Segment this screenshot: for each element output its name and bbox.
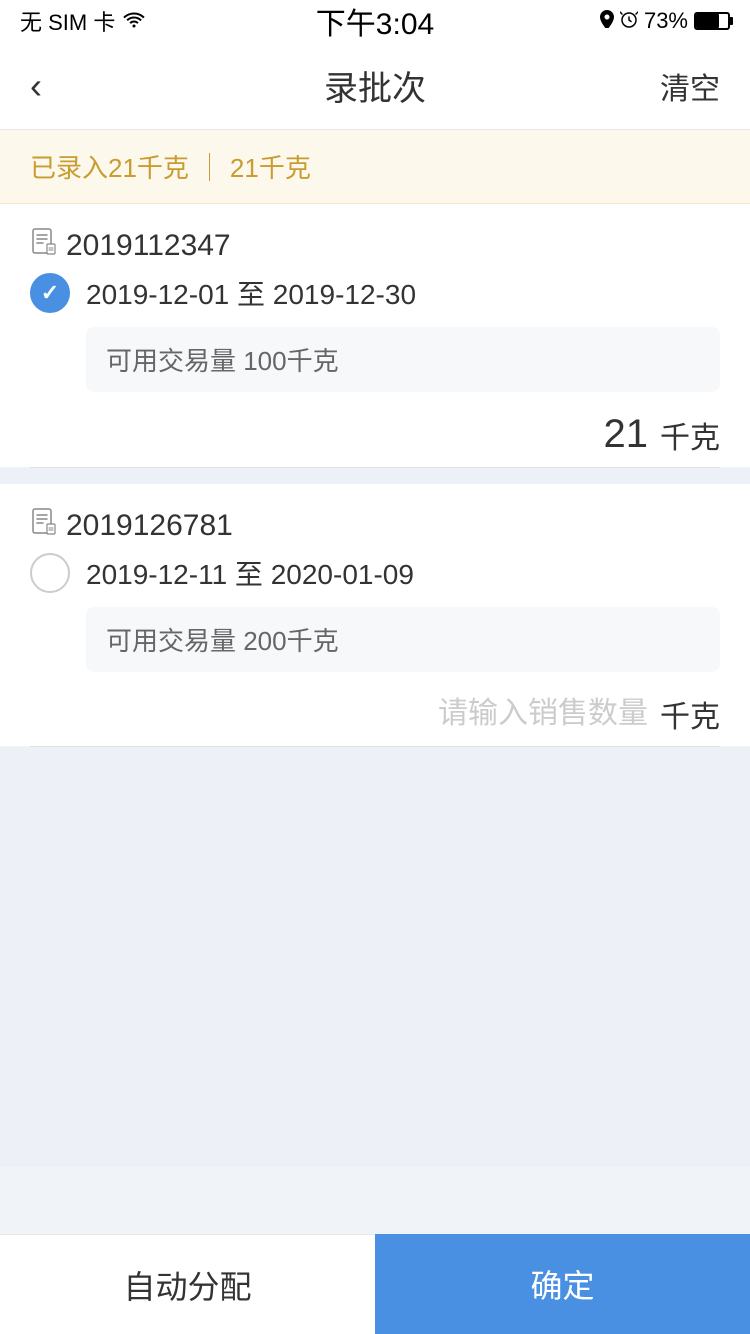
status-bar: 无 SIM 卡 下午3:04 73% <box>0 0 750 42</box>
battery-icon <box>694 12 730 30</box>
status-right: 73% <box>600 8 730 34</box>
batch-id-1: 2019112347 <box>66 229 231 263</box>
status-time: 下午3:04 <box>316 0 434 43</box>
info-banner: 已录入21千克 21千克 <box>0 130 750 204</box>
batch-date-1: 2019-12-01 至 2019-12-30 <box>86 273 416 313</box>
wifi-icon <box>123 8 145 34</box>
batch-qty-box-1: 可用交易量 100千克 <box>86 327 720 392</box>
info-divider <box>209 153 210 181</box>
amount-row-1: 21 千克 <box>0 392 750 467</box>
batch-radio-2[interactable] <box>30 553 70 593</box>
batch-item-2: 2019126781 2019-12-11 至 2020-01-09 可用交易量… <box>0 484 750 672</box>
batch-radio-1[interactable]: ✓ <box>30 273 70 313</box>
input-row-2: 千克 <box>0 672 750 746</box>
clear-button[interactable]: 清空 <box>660 64 720 108</box>
batch-id-row-2: 2019126781 <box>30 508 720 543</box>
amount-value-1: 21 <box>604 412 649 457</box>
input-unit-2: 千克 <box>660 692 720 736</box>
page-title: 录批次 <box>324 61 426 110</box>
no-sim-label: 无 SIM 卡 <box>20 5 115 37</box>
auto-distribute-button[interactable]: 自动分配 <box>0 1234 375 1334</box>
batch-id-row-1: 2019112347 <box>30 228 720 263</box>
batch-date-row-1[interactable]: ✓ 2019-12-01 至 2019-12-30 <box>30 273 720 313</box>
bottom-bar: 自动分配 确定 <box>0 1234 750 1334</box>
confirm-button[interactable]: 确定 <box>375 1234 750 1334</box>
battery-percent: 73% <box>644 8 688 34</box>
amount-unit-1: 千克 <box>660 413 720 457</box>
nav-bar: ‹ 录批次 清空 <box>0 42 750 130</box>
batch-item-1: 2019112347 ✓ 2019-12-01 至 2019-12-30 可用交… <box>0 204 750 392</box>
qty-input-2[interactable] <box>348 697 648 731</box>
alarm-icon <box>620 8 638 34</box>
back-button[interactable]: ‹ <box>30 65 90 107</box>
location-icon <box>600 8 614 34</box>
batch-doc-icon-2 <box>30 508 58 543</box>
batch-date-row-2[interactable]: 2019-12-11 至 2020-01-09 <box>30 553 720 593</box>
check-mark-1: ✓ <box>41 280 59 306</box>
batch-qty-box-2: 可用交易量 200千克 <box>86 607 720 672</box>
batch-id-2: 2019126781 <box>66 509 233 543</box>
batch-doc-icon-1 <box>30 228 58 263</box>
info-value: 21千克 <box>230 148 311 185</box>
batch-date-2: 2019-12-11 至 2020-01-09 <box>86 553 414 593</box>
status-left: 无 SIM 卡 <box>20 5 145 37</box>
recorded-label: 已录入21千克 <box>30 148 189 185</box>
section-separator <box>0 468 750 484</box>
empty-area <box>0 747 750 1167</box>
